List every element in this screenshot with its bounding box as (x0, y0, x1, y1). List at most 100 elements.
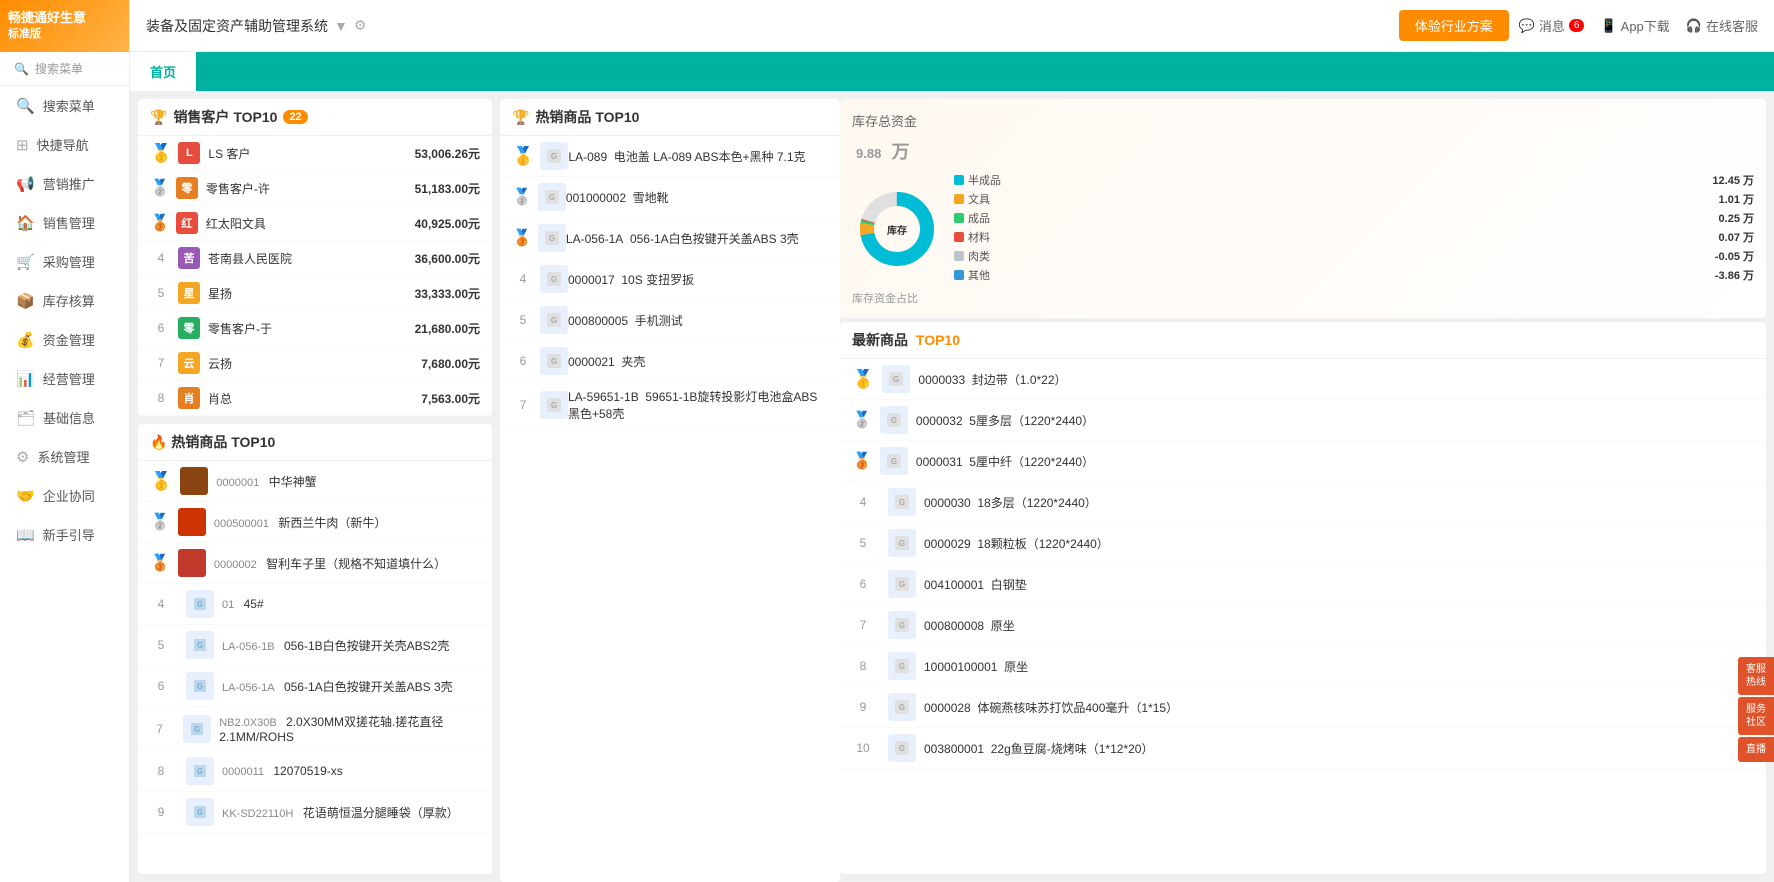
topbar-actions: 💬 消息 6 📱 App下载 🎧 在线客服 (1519, 16, 1758, 35)
tab-home[interactable]: 首页 (130, 52, 196, 91)
sidebar-icon-nav: ⊞ (16, 136, 29, 154)
product-thumb-placeholder: G (882, 365, 910, 393)
sidebar-item-system[interactable]: ⚙系统管理 (0, 437, 129, 476)
legend-label: 文具 (968, 191, 1715, 207)
rank-number: 4 (150, 251, 172, 265)
sidebar-item-operation[interactable]: 📊经营管理 (0, 359, 129, 398)
rank-number: 4 (852, 495, 874, 509)
sidebar-item-finance[interactable]: 💰资金管理 (0, 320, 129, 359)
product-code-name: LA-089 电池盖 LA-089 ABS本色+黑种 7.1克 (568, 148, 828, 165)
product-code: 000500001 (214, 518, 269, 530)
svg-text:G: G (197, 682, 203, 691)
rank-medal: 🥇 (150, 143, 172, 164)
customer-top10-title: 销售客户 TOP10 (173, 107, 277, 127)
svg-text:G: G (899, 621, 905, 630)
product-code: NB2.0X30B (219, 717, 276, 729)
svg-text:G: G (197, 767, 203, 776)
product-code-name: 000800005 手机测试 (568, 312, 828, 329)
customer-top10-header: 🏆 销售客户 TOP10 22 (138, 99, 492, 136)
product-info: NB2.0X30B 2.0X30MM双搓花轴.搓花直径2.1MM/ROHS (219, 713, 480, 744)
customer-name: 零售客户-于 (208, 320, 415, 337)
hot-product-row: 🥉 0000002 智利车子里（规格不知道填什么） (138, 543, 492, 584)
online-service-action[interactable]: 🎧 在线客服 (1686, 16, 1758, 35)
product-thumb-placeholder: G (183, 715, 211, 743)
customer-badge: 星 (178, 282, 200, 304)
new-products-top10-label: TOP10 (916, 332, 960, 348)
page-content: 首页 🏆 销售客户 TOP10 22 🥇 L LS 客户 53,006.26元 … (130, 52, 1774, 882)
sidebar-label-guide: 新手引导 (43, 525, 95, 544)
product-thumb-placeholder: G (888, 734, 916, 762)
legend-color-dot (954, 251, 964, 261)
sidebar-icon-basic: 🗂 (16, 409, 35, 427)
rank-medal: 🥇 (150, 471, 172, 492)
legend-item: 成品 0.25 万 (954, 210, 1754, 226)
rank-number: 8 (150, 764, 172, 778)
sidebar-item-marketing[interactable]: 📢营销推广 (0, 164, 129, 203)
product-sales-row: 4 G 0000017 10S 变扭罗扳 (500, 259, 840, 300)
sidebar-icon-search: 🔍 (16, 97, 35, 115)
customer-amount: 53,006.26元 (415, 145, 480, 162)
customer-amount: 33,333.00元 (415, 285, 480, 302)
customer-top10-row: 6 零 零售客户-于 21,680.00元 (138, 311, 492, 346)
sidebar-item-search[interactable]: 🔍搜索菜单 (0, 86, 129, 125)
sidebar-item-basic[interactable]: 🗂基础信息 (0, 398, 129, 437)
sidebar-item-sales[interactable]: 🏠销售管理 (0, 203, 129, 242)
community-btn[interactable]: 服务社区 (1738, 697, 1774, 735)
product-sales-title: 热销商品 TOP10 (535, 107, 639, 127)
new-products-list: 🥇 G 0000033 封边带（1.0*22） 🥈 G 0000032 5厘多层… (840, 359, 1766, 874)
product-info: LA-056-1A 056-1A白色按键开关盖ABS 3壳 (222, 678, 453, 695)
product-sales-row: 7 G LA-59651-1B 59651-1B旋转投影灯电池盒ABS黑色+58… (500, 382, 840, 429)
trophy2-icon: 🏆 (512, 109, 529, 126)
livestream-btn[interactable]: 直播 (1738, 737, 1774, 762)
rank-number: 6 (150, 679, 172, 693)
product-info: 0000011 12070519-xs (222, 764, 343, 778)
svg-text:G: G (899, 498, 905, 507)
rank-number: 6 (150, 321, 172, 335)
dropdown-icon[interactable]: ▼ (334, 18, 348, 34)
rank-medal: 🥈 (852, 410, 872, 430)
rank-number: 9 (852, 700, 874, 714)
product-sales-header: 🏆 热销商品 TOP10 (500, 99, 840, 136)
app-download-action[interactable]: 📱 App下载 (1600, 16, 1669, 35)
inventory-unit: 万 (891, 142, 909, 162)
hot-product-row: 8 G 0000011 12070519-xs (138, 751, 492, 792)
message-icon: 💬 (1519, 18, 1535, 34)
product-thumb-placeholder: G (186, 757, 214, 785)
trial-btn[interactable]: 体验行业方案 (1399, 10, 1509, 41)
customer-badge: 肖 (178, 387, 200, 409)
settings-icon[interactable]: ⚙ (354, 17, 367, 34)
sidebar-search[interactable]: 🔍 搜索菜单 (0, 52, 129, 86)
customer-service-btn[interactable]: 客服热线 (1738, 657, 1774, 695)
customer-name: 星扬 (208, 285, 415, 302)
headset-icon: 🎧 (1686, 18, 1702, 34)
sidebar-item-purchase[interactable]: 🛒采购管理 (0, 242, 129, 281)
new-product-row: 6 G 004100001 白钢垫 (840, 564, 1766, 605)
legend-value: 0.07 万 (1719, 229, 1754, 245)
sidebar-label-nav: 快捷导航 (37, 135, 89, 154)
rank-medal: 🥉 (150, 213, 170, 233)
sidebar-icon-operation: 📊 (16, 370, 35, 388)
product-thumb-placeholder: G (186, 590, 214, 618)
online-service-label: 在线客服 (1706, 16, 1758, 35)
product-thumb-placeholder: G (540, 265, 568, 293)
rank-medal: 🥇 (512, 146, 534, 167)
sidebar-item-nav[interactable]: ⊞ 快捷导航 (0, 125, 129, 164)
sidebar-item-guide[interactable]: 📖新手引导 (0, 515, 129, 554)
sidebar-item-company[interactable]: 🤝企业协同 (0, 476, 129, 515)
product-thumb-placeholder: G (880, 447, 908, 475)
product-sales-row: 🥉 G LA-056-1A 056-1A白色按键开关盖ABS 3壳 (500, 218, 840, 259)
message-action[interactable]: 💬 消息 6 (1519, 16, 1585, 35)
rank-number: 8 (852, 659, 874, 673)
legend-item: 材料 0.07 万 (954, 229, 1754, 245)
logo-subtitle: 标准版 (8, 27, 86, 41)
sidebar-item-inventory[interactable]: 📦库存核算 (0, 281, 129, 320)
sidebar-icon-company: 🤝 (16, 487, 35, 505)
customer-name: LS 客户 (208, 145, 414, 162)
svg-text:G: G (549, 234, 555, 243)
legend-item: 半成品 12.45 万 (954, 172, 1754, 188)
legend-label: 材料 (968, 229, 1715, 245)
product-name: 中华神蟹 (269, 475, 317, 489)
product-info: 0000001 中华神蟹 (216, 473, 316, 490)
new-product-row: 5 G 0000029 18颗粒板（1220*2440） (840, 523, 1766, 564)
hot-products-card: 🔥 热销商品 TOP10 🥇 0000001 中华神蟹 🥈 000500001 … (138, 424, 492, 874)
